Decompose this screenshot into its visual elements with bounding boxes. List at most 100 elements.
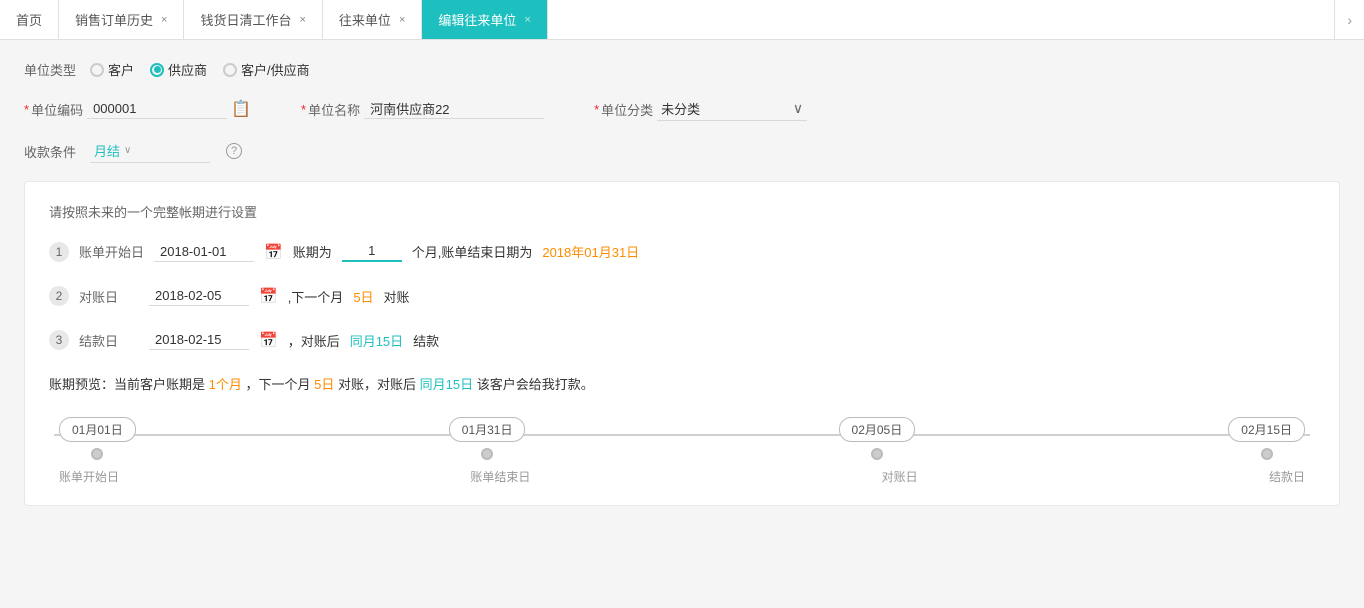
tl-node-1: 01月01日 xyxy=(59,417,136,460)
tl-badge-1: 01月01日 xyxy=(59,417,136,442)
row1-end-date: 2018年01月31日 xyxy=(542,242,639,261)
tl-label-4: 结款日 xyxy=(1269,468,1305,485)
close-edit-partner[interactable]: × xyxy=(524,14,530,26)
row3-highlight: 同月15日 xyxy=(350,331,403,350)
tl-dot-1 xyxy=(91,448,103,460)
radio-label-supplier: 供应商 xyxy=(168,60,207,79)
unit-class-dropdown-arrow: ∨ xyxy=(793,100,803,117)
unit-name-label: 单位名称 xyxy=(308,100,360,119)
tl-label-1: 账单开始日 xyxy=(59,468,119,485)
unit-type-row: 单位类型 客户 供应商 客户/供应商 xyxy=(24,60,1340,79)
tl-dot-3 xyxy=(871,448,883,460)
setting-row-1: 1 账单开始日 📅 账期为 个月,账单结束日期为 2018年01月31日 xyxy=(49,241,1315,262)
row3-date-input[interactable] xyxy=(149,330,249,350)
tabs-bar: 首页 销售订单历史 × 钱货日清工作台 × 往来单位 × 编辑往来单位 × › xyxy=(0,0,1364,40)
panel-instruction: 请按照未来的一个完整帐期进行设置 xyxy=(49,202,1315,221)
unit-type-label: 单位类型 xyxy=(24,60,76,79)
tab-edit-partner[interactable]: 编辑往来单位 × xyxy=(422,0,547,39)
payment-row: 收款条件 月结 ∨ ? xyxy=(24,139,1340,163)
tab-cash-work[interactable]: 钱货日清工作台 × xyxy=(184,0,322,39)
required-star-class: * xyxy=(594,102,599,117)
timeline-nodes: 01月01日 01月31日 02月05日 02月15日 xyxy=(59,417,1305,460)
setting-row-3: 3 结款日 📅 ，对账后 同月15日 结款 xyxy=(49,330,1315,350)
settings-panel: 请按照未来的一个完整帐期进行设置 1 账单开始日 📅 账期为 个月,账单结束日期… xyxy=(24,181,1340,506)
row-num-2: 2 xyxy=(49,286,69,306)
row2-highlight: 5日 xyxy=(353,287,373,306)
preview-p1: 1个月 xyxy=(209,377,242,392)
payment-help-icon[interactable]: ? xyxy=(226,143,242,159)
main-content: 单位类型 客户 供应商 客户/供应商 * 单位编码 📋 * 单位名称 xyxy=(0,40,1364,608)
tl-badge-4: 02月15日 xyxy=(1228,417,1305,442)
row3-suffix: 结款 xyxy=(413,331,439,350)
preview-p3: 同月15日 xyxy=(420,377,473,392)
row3-prefix: ，对账后 xyxy=(288,331,340,350)
radio-circle-supplier xyxy=(150,63,164,77)
tl-node-3: 02月05日 xyxy=(839,417,916,460)
payment-value: 月结 xyxy=(94,141,120,160)
radio-supplier[interactable]: 供应商 xyxy=(150,60,207,79)
row3-calendar-icon[interactable]: 📅 xyxy=(259,331,278,349)
preview-suffix: 该客户会给我打款。 xyxy=(477,377,594,392)
tl-node-4: 02月15日 xyxy=(1228,417,1305,460)
tab-more-arrow[interactable]: › xyxy=(1334,0,1364,39)
unit-class-value: 未分类 xyxy=(661,99,793,118)
preview-row: 账期预览：当前客户账期是 1个月 ，下一个月 5日 对账，对账后 同月15日 该… xyxy=(49,374,1315,393)
row2-suffix: 对账 xyxy=(384,287,410,306)
unit-name-input[interactable] xyxy=(364,99,544,119)
radio-both[interactable]: 客户/供应商 xyxy=(223,60,310,79)
close-cash-work[interactable]: × xyxy=(299,14,305,26)
row-num-1: 1 xyxy=(49,242,69,262)
tl-node-2: 01月31日 xyxy=(449,417,526,460)
unit-type-radio-group: 客户 供应商 客户/供应商 xyxy=(90,60,310,79)
payment-dropdown[interactable]: 月结 ∨ xyxy=(90,139,210,163)
tab-partner-unit[interactable]: 往来单位 × xyxy=(323,0,422,39)
payment-label: 收款条件 xyxy=(24,142,76,161)
unit-info-row: * 单位编码 📋 * 单位名称 * 单位分类 未分类 ∨ xyxy=(24,97,1340,121)
tl-labels-row: 账单开始日 账单结束日 对账日 结款日 xyxy=(59,460,1305,485)
row1-period-input[interactable] xyxy=(342,241,402,262)
payment-dropdown-arrow: ∨ xyxy=(124,145,131,156)
radio-label-both: 客户/供应商 xyxy=(241,60,310,79)
row1-date-input[interactable] xyxy=(154,242,254,262)
row2-prefix: ,下一个月 xyxy=(288,287,344,306)
unit-code-group: * 单位编码 📋 xyxy=(24,99,251,119)
tab-sales-history[interactable]: 销售订单历史 × xyxy=(59,0,184,39)
close-partner-unit[interactable]: × xyxy=(399,14,405,26)
row1-period-unit: 个月,账单结束日期为 xyxy=(412,242,533,261)
required-star-name: * xyxy=(301,102,306,117)
setting-row-2: 2 对账日 📅 ,下一个月 5日 对账 xyxy=(49,286,1315,306)
radio-customer[interactable]: 客户 xyxy=(90,60,134,79)
unit-class-dropdown[interactable]: 未分类 ∨ xyxy=(657,97,807,121)
radio-circle-customer xyxy=(90,63,104,77)
unit-class-group: * 单位分类 未分类 ∨ xyxy=(594,97,807,121)
preview-prefix: 账期预览：当前客户账期是 xyxy=(49,377,205,392)
row2-calendar-icon[interactable]: 📅 xyxy=(259,287,278,305)
close-sales-history[interactable]: × xyxy=(161,14,167,26)
tl-label-2: 账单结束日 xyxy=(470,468,530,485)
row2-label: 对账日 xyxy=(79,287,139,306)
preview-mid2: 对账，对账后 xyxy=(338,377,416,392)
preview-mid: ，下一个月 xyxy=(246,377,311,392)
row1-label: 账单开始日 xyxy=(79,242,144,261)
row-num-3: 3 xyxy=(49,330,69,350)
unit-code-copy-icon[interactable]: 📋 xyxy=(231,99,251,119)
row3-label: 结款日 xyxy=(79,331,139,350)
tl-dot-4 xyxy=(1261,448,1273,460)
timeline-wrapper: 01月01日 01月31日 02月05日 02月15日 xyxy=(49,417,1315,485)
row1-mid-text: 账期为 xyxy=(293,242,332,261)
unit-name-group: * 单位名称 xyxy=(301,99,544,119)
row2-date-input[interactable] xyxy=(149,286,249,306)
tab-home[interactable]: 首页 xyxy=(0,0,59,39)
tl-dot-2 xyxy=(481,448,493,460)
row1-calendar-icon[interactable]: 📅 xyxy=(264,243,283,261)
unit-code-input[interactable] xyxy=(87,99,227,119)
tl-badge-3: 02月05日 xyxy=(839,417,916,442)
unit-code-label: 单位编码 xyxy=(31,100,83,119)
required-star-code: * xyxy=(24,102,29,117)
tl-badge-2: 01月31日 xyxy=(449,417,526,442)
radio-label-customer: 客户 xyxy=(108,60,134,79)
unit-class-label: 单位分类 xyxy=(601,100,653,119)
radio-circle-both xyxy=(223,63,237,77)
tl-label-3: 对账日 xyxy=(882,468,918,485)
preview-p2: 5日 xyxy=(314,377,334,392)
